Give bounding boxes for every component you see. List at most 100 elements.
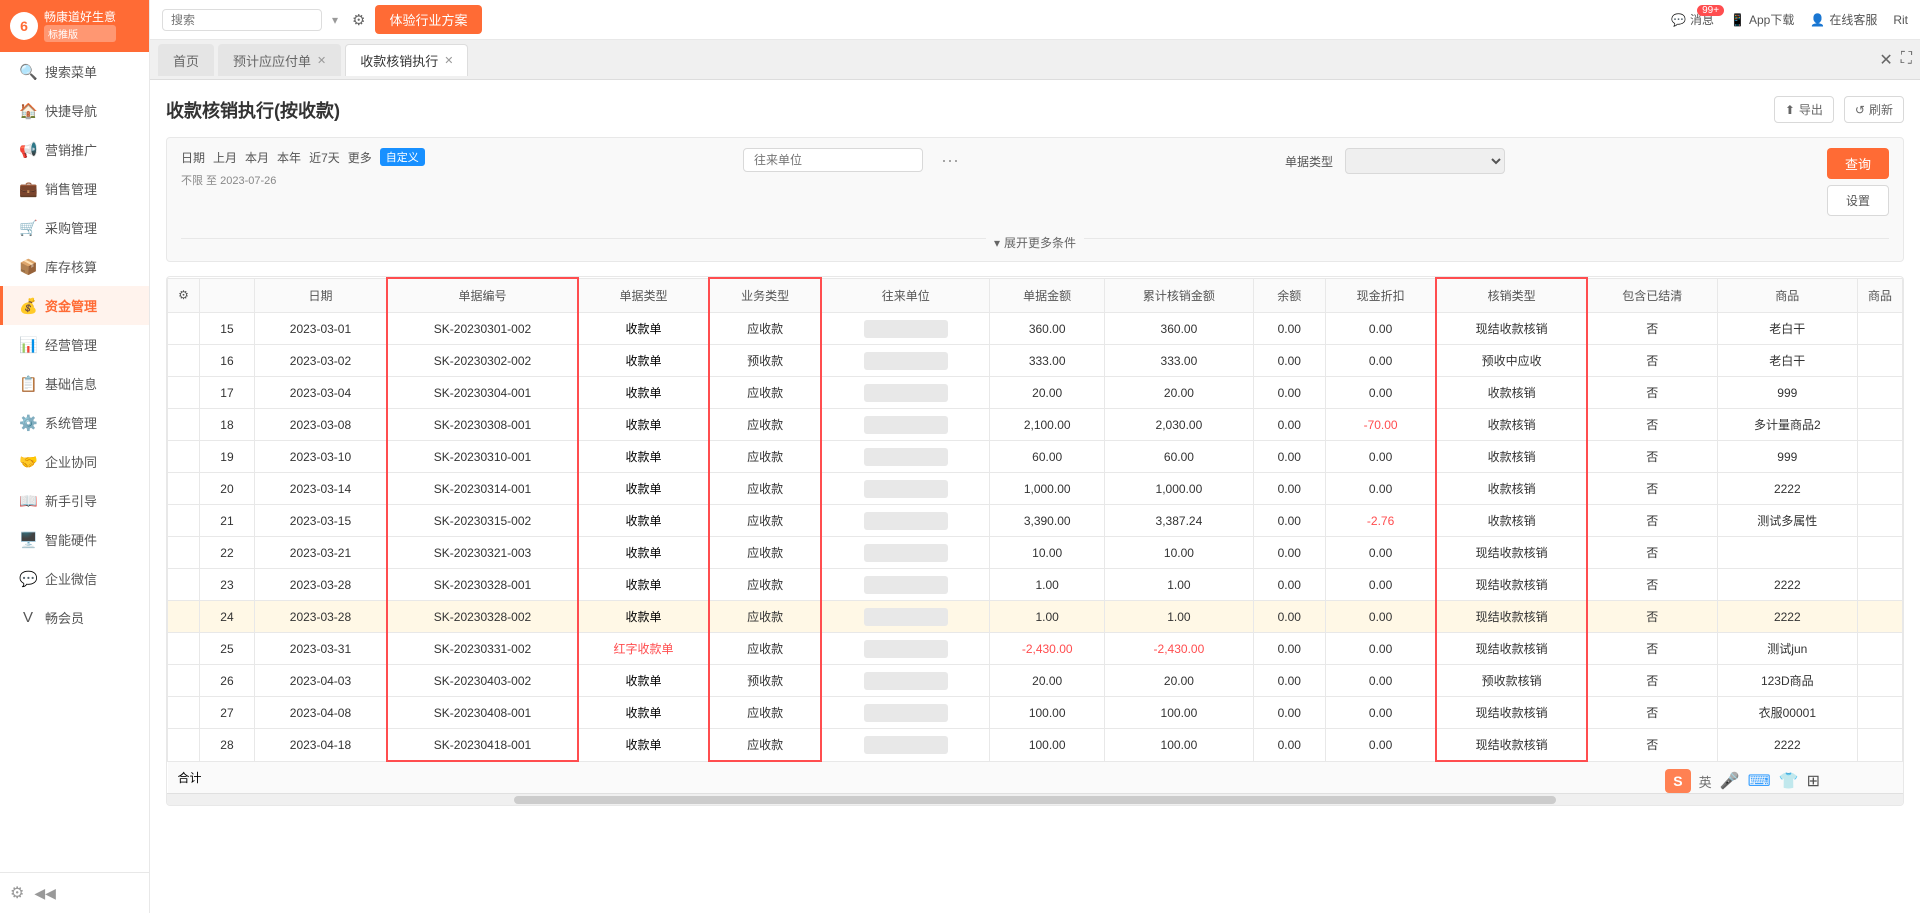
sidebar-item-basic[interactable]: 📋 基础信息 [0, 364, 149, 403]
horizontal-scrollbar[interactable] [167, 793, 1903, 805]
voucher-no-link[interactable]: SK-20230315-002 [434, 514, 531, 528]
sidebar-item-marketing[interactable]: 📢 营销推广 [0, 130, 149, 169]
search-input[interactable] [162, 9, 322, 31]
col-header-voucher-type[interactable]: 单据类型 [578, 278, 709, 313]
col-biz-type: 应收款 [709, 313, 821, 345]
tab-close-prepay[interactable]: ✕ [317, 54, 326, 67]
voucher-no-link[interactable]: SK-20230308-001 [434, 418, 531, 432]
col-voucher-type: 收款单 [578, 729, 709, 762]
app-download-button[interactable]: 📱 App下载 [1730, 11, 1794, 28]
solution-button[interactable]: 体验行业方案 [375, 5, 481, 34]
last-month-btn[interactable]: 上月 [213, 149, 237, 166]
col-header-product1[interactable]: 商品 [1717, 278, 1857, 313]
col-settings-cell[interactable] [168, 569, 200, 601]
col-product2 [1857, 313, 1902, 345]
voucher-no-link[interactable]: SK-20230314-001 [434, 482, 531, 496]
col-biz-type: 应收款 [709, 569, 821, 601]
voucher-no-link[interactable]: SK-20230321-003 [434, 546, 531, 560]
col-settings-cell[interactable] [168, 313, 200, 345]
col-settings-cell[interactable] [168, 409, 200, 441]
sidebar-item-enterprise[interactable]: 🤝 企业协同 [0, 442, 149, 481]
voucher-no-link[interactable]: SK-20230331-002 [434, 642, 531, 656]
voucher-no-link[interactable]: SK-20230304-001 [434, 386, 531, 400]
tab-collection[interactable]: 收款核销执行✕ [345, 44, 468, 76]
gear-icon[interactable]: ⚙ [352, 11, 365, 29]
voucher-no-link[interactable]: SK-20230408-001 [434, 706, 531, 720]
sidebar-item-hardware[interactable]: 🖥️ 智能硬件 [0, 520, 149, 559]
tab-close-collection[interactable]: ✕ [444, 54, 453, 67]
sidebar-item-purchase[interactable]: 🛒 采购管理 [0, 208, 149, 247]
col-header-amount[interactable]: 单据金额 [990, 278, 1105, 313]
sidebar-item-system[interactable]: ⚙️ 系统管理 [0, 403, 149, 442]
tab-home[interactable]: 首页 [158, 44, 214, 76]
table-row: 17 2023-03-04 SK-20230304-001 收款单 应收款 ██… [168, 377, 1903, 409]
col-header-accum-amount[interactable]: 累计核销金额 [1105, 278, 1254, 313]
quicknav-icon: 🏠 [19, 102, 37, 120]
col-balance: 0.00 [1253, 505, 1325, 537]
col-balance: 0.00 [1253, 473, 1325, 505]
expand-filter-btn[interactable]: ▾ 展开更多条件 [994, 234, 1076, 251]
setting-button[interactable]: 设置 [1827, 185, 1889, 216]
col-settings-cell[interactable] [168, 729, 200, 762]
col-header-balance[interactable]: 余额 [1253, 278, 1325, 313]
basic-icon: 📋 [19, 375, 37, 393]
partner-input[interactable] [743, 148, 923, 172]
col-settings-cell[interactable] [168, 377, 200, 409]
sidebar-item-search[interactable]: 🔍 搜索菜单 [0, 52, 149, 91]
col-settings-cell[interactable] [168, 345, 200, 377]
col-header-cash-discount[interactable]: 现金折扣 [1325, 278, 1436, 313]
sidebar-item-quicknav[interactable]: 🏠 快捷导航 [0, 91, 149, 130]
tab-prepay[interactable]: 预计应应付单✕ [218, 44, 341, 76]
chevron-down-icon[interactable]: ▾ [332, 13, 338, 27]
voucher-no-link[interactable]: SK-20230302-002 [434, 354, 531, 368]
col-header-voucher-no[interactable]: 单据编号 [387, 278, 578, 313]
this-year-btn[interactable]: 本年 [277, 149, 301, 166]
col-settings-cell[interactable] [168, 665, 200, 697]
col-settings-cell[interactable] [168, 601, 200, 633]
online-service-button[interactable]: 👤 在线客服 [1810, 11, 1877, 28]
export-button[interactable]: ⬆ 导出 [1774, 96, 1834, 123]
sidebar-item-guide[interactable]: 📖 新手引导 [0, 481, 149, 520]
col-header-date[interactable]: 日期 [254, 278, 387, 313]
col-settings-cell[interactable] [168, 633, 200, 665]
expand-icon[interactable]: ⛶ [1901, 50, 1912, 70]
sidebar-item-operation[interactable]: 📊 经营管理 [0, 325, 149, 364]
sidebar-label-member: 畅会员 [45, 608, 84, 627]
col-settings-cell[interactable] [168, 441, 200, 473]
col-header-cancel-type[interactable]: 核销类型 [1436, 278, 1586, 313]
collapse-icon[interactable]: ◀◀ [34, 885, 56, 902]
last-7-days-btn[interactable]: 近7天 [309, 149, 340, 166]
voucher-type-select[interactable] [1345, 148, 1505, 174]
close-tab-icon[interactable]: ✕ [1879, 50, 1892, 70]
col-partner: ████████ [821, 505, 990, 537]
sidebar-item-member[interactable]: V 畅会员 [0, 598, 149, 637]
col-header-biz-type[interactable]: 业务类型 [709, 278, 821, 313]
messages-button[interactable]: 💬 消息 99+ [1671, 11, 1714, 28]
sidebar-item-sales[interactable]: 💼 销售管理 [0, 169, 149, 208]
query-button[interactable]: 查询 [1827, 148, 1889, 179]
col-settings-cell[interactable] [168, 537, 200, 569]
sidebar-item-wechat[interactable]: 💬 企业微信 [0, 559, 149, 598]
voucher-no-link[interactable]: SK-20230328-001 [434, 578, 531, 592]
sidebar-item-finance[interactable]: 💰 资金管理 [0, 286, 149, 325]
voucher-no-link[interactable]: SK-20230301-002 [434, 322, 531, 336]
scroll-thumb[interactable] [514, 796, 1556, 804]
col-settings-cell[interactable] [168, 505, 200, 537]
col-header-include-settled[interactable]: 包含已结清 [1587, 278, 1717, 313]
col-header-product2[interactable]: 商品 [1857, 278, 1902, 313]
voucher-no-link[interactable]: SK-20230310-001 [434, 450, 531, 464]
voucher-no-link[interactable]: SK-20230328-002 [434, 610, 531, 624]
settings-icon[interactable]: ⚙ [10, 883, 24, 903]
voucher-no-link[interactable]: SK-20230418-001 [434, 738, 531, 752]
custom-date-btn[interactable]: 自定义 [380, 148, 425, 166]
this-month-btn[interactable]: 本月 [245, 149, 269, 166]
sidebar-item-inventory[interactable]: 📦 库存核算 [0, 247, 149, 286]
col-settings-cell[interactable] [168, 473, 200, 505]
col-settings-cell[interactable] [168, 697, 200, 729]
more-date-btn[interactable]: 更多 [348, 149, 372, 166]
voucher-no-link[interactable]: SK-20230403-002 [434, 674, 531, 688]
col-header-settings[interactable]: ⚙ [168, 278, 200, 313]
col-header-partner[interactable]: 往来单位 [821, 278, 990, 313]
col-include-settled: 否 [1587, 537, 1717, 569]
refresh-button[interactable]: ↺ 刷新 [1844, 96, 1904, 123]
